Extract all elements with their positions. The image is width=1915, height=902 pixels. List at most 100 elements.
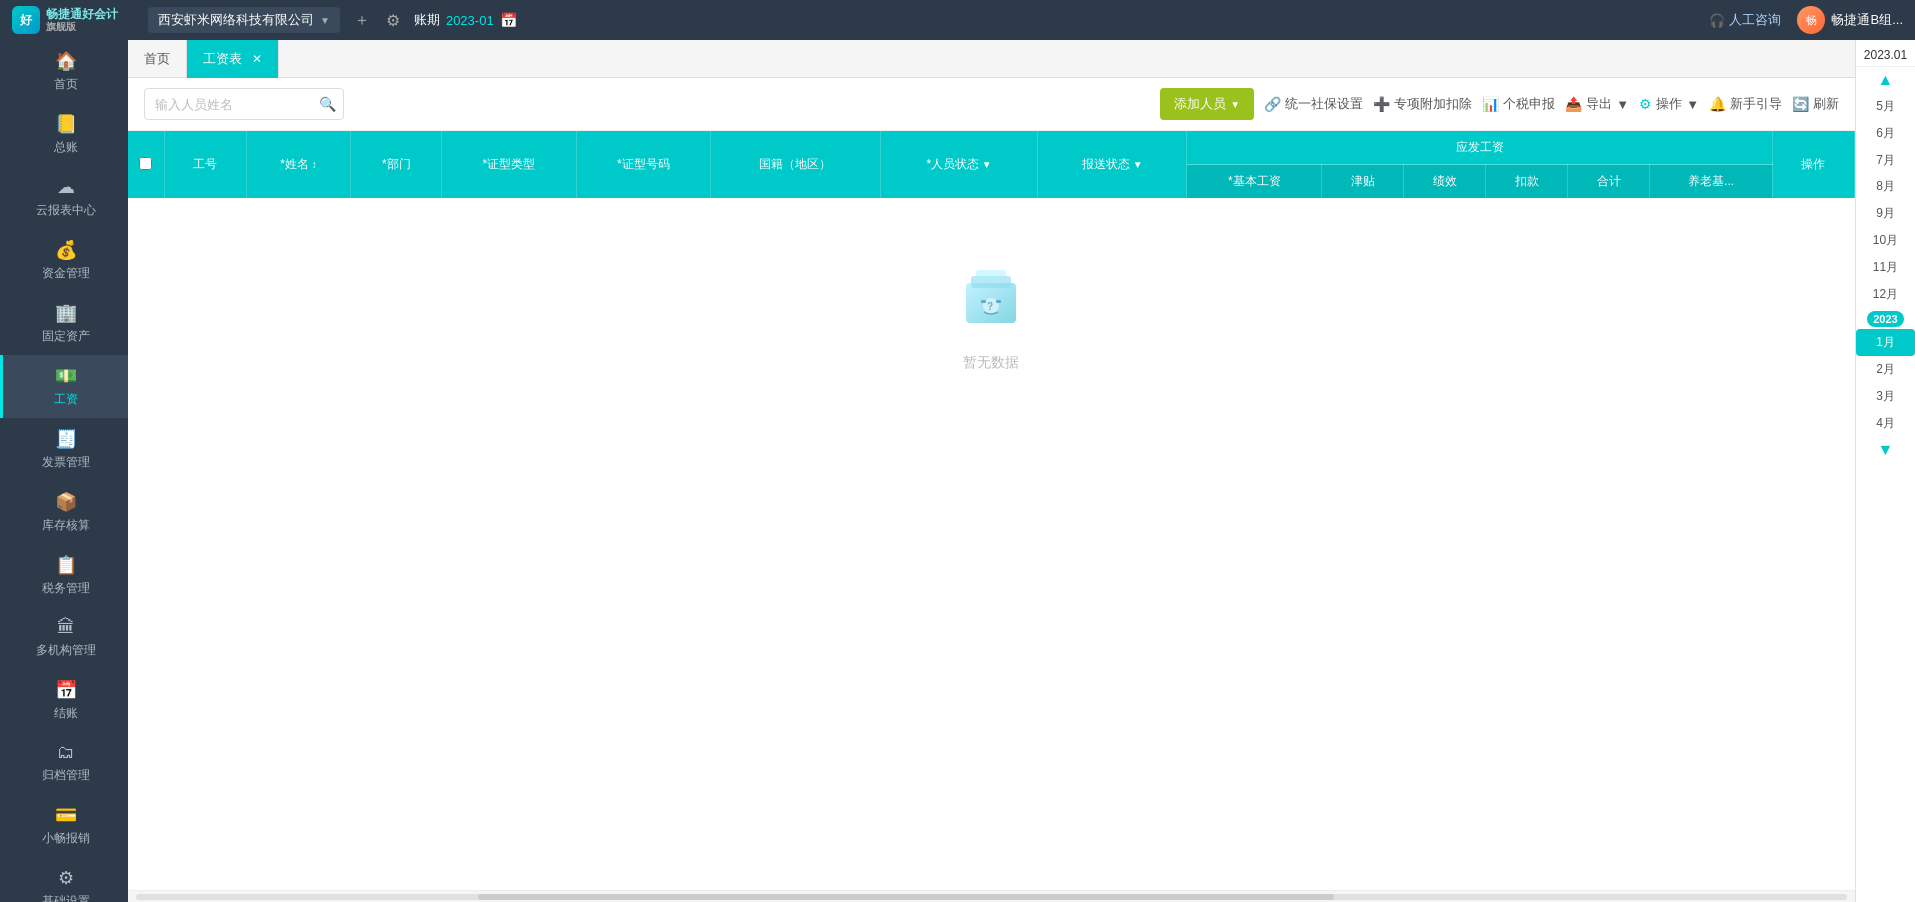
export-label: 导出 <box>1586 95 1612 113</box>
fixed-assets-icon: 🏢 <box>55 302 77 324</box>
search-wrapper: 🔍 <box>144 88 344 120</box>
user-avatar: 畅 <box>1797 6 1825 34</box>
operations-action[interactable]: ⚙ 操作 ▼ <box>1639 95 1699 113</box>
th-number: 工号 <box>164 131 246 198</box>
month-1[interactable]: 1月 <box>1856 329 1915 356</box>
empty-icon: ? <box>951 258 1031 338</box>
top-bar-right: 🎧 人工咨询 畅 畅捷通B组... <box>1709 6 1903 34</box>
ledger-icon: 📒 <box>55 113 77 135</box>
month-10[interactable]: 10月 <box>1856 227 1915 254</box>
scrollbar-thumb[interactable] <box>478 894 1334 900</box>
calendar-icon[interactable]: 📅 <box>500 12 517 28</box>
th-name[interactable]: *姓名 <box>246 131 351 198</box>
add-person-chevron-icon: ▼ <box>1230 99 1240 110</box>
th-status[interactable]: *人员状态 <box>880 131 1038 198</box>
table-header-row1: 工号 *姓名 *部门 *证型类型 *证型号码 国籍（地区） *人员状态 报送状态… <box>128 131 1855 165</box>
month-9[interactable]: 9月 <box>1856 200 1915 227</box>
company-selector[interactable]: 西安虾米网络科技有限公司 ▼ <box>148 7 340 33</box>
user-info[interactable]: 畅 畅捷通B组... <box>1797 6 1903 34</box>
operations-icon: ⚙ <box>1639 96 1652 112</box>
sidebar-item-payroll[interactable]: 💵 工资 <box>0 355 128 418</box>
sidebar-item-label-ledger: 总账 <box>54 139 78 156</box>
th-performance: 绩效 <box>1404 165 1486 199</box>
operations-label: 操作 <box>1656 95 1682 113</box>
tab-home[interactable]: 首页 <box>128 40 187 78</box>
social-security-icon: 🔗 <box>1264 96 1281 112</box>
support-label: 人工咨询 <box>1729 11 1781 29</box>
month-picker-header: 2023.01 <box>1856 44 1915 67</box>
sidebar-item-fixed-assets[interactable]: 🏢 固定资产 <box>0 292 128 355</box>
sidebar-item-funds[interactable]: 💰 资金管理 <box>0 229 128 292</box>
sidebar-item-ledger[interactable]: 📒 总账 <box>0 103 128 166</box>
tab-payroll-table[interactable]: 工资表 ✕ <box>187 40 279 78</box>
special-deduction-action[interactable]: ➕ 专项附加扣除 <box>1373 95 1472 113</box>
tab-close-icon[interactable]: ✕ <box>252 52 262 66</box>
month-5[interactable]: 5月 <box>1856 93 1915 120</box>
bottom-scrollbar[interactable] <box>128 890 1855 902</box>
add-company-icon[interactable]: ＋ <box>350 8 374 33</box>
sidebar-item-settings[interactable]: ⚙ 基础设置 <box>0 857 128 902</box>
month-8[interactable]: 8月 <box>1856 173 1915 200</box>
th-report-status[interactable]: 报送状态 <box>1038 131 1187 198</box>
sidebar-item-label-close: 结账 <box>54 705 78 722</box>
month-7[interactable]: 7月 <box>1856 147 1915 174</box>
sidebar-item-archive[interactable]: 🗂 归档管理 <box>0 732 128 794</box>
sidebar-item-home[interactable]: 🏠 首页 <box>0 40 128 103</box>
select-all-checkbox[interactable] <box>139 157 152 170</box>
guide-toolbar-icon: 🔔 <box>1709 96 1726 112</box>
settings-icon[interactable]: ⚙ <box>382 9 404 32</box>
refresh-action[interactable]: 🔄 刷新 <box>1792 95 1839 113</box>
sidebar-item-cloud-report[interactable]: ☁ 云报表中心 <box>0 166 128 229</box>
toolbar: 🔍 添加人员 ▼ 🔗 统一社保设置 ➕ 专项附加扣除 <box>128 78 1855 131</box>
export-action[interactable]: 📤 导出 ▼ <box>1565 95 1629 113</box>
sidebar-item-multi-org[interactable]: 🏛 多机构管理 <box>0 607 128 669</box>
sidebar-item-expense[interactable]: 💳 小畅报销 <box>0 794 128 857</box>
sidebar-item-invoice[interactable]: 🧾 发票管理 <box>0 418 128 481</box>
sidebar-item-label-payroll: 工资 <box>54 391 78 408</box>
sidebar-item-label-home: 首页 <box>54 76 78 93</box>
empty-text: 暂无数据 <box>963 354 1019 372</box>
individual-tax-label: 个税申报 <box>1503 95 1555 113</box>
search-input[interactable] <box>144 88 344 120</box>
main-layout: 🏠 首页 📒 总账 ☁ 云报表中心 💰 资金管理 🏢 固定资产 💵 工资 🧾 发… <box>0 40 1915 902</box>
month-3[interactable]: 3月 <box>1856 383 1915 410</box>
top-bar: 好 畅捷通好会计 旗舰版 西安虾米网络科技有限公司 ▼ ＋ ⚙ 账期 2023-… <box>0 0 1915 40</box>
sidebar-item-label-multi-org: 多机构管理 <box>36 642 96 659</box>
month-12[interactable]: 12月 <box>1856 281 1915 308</box>
month-picker-up[interactable]: ▲ <box>1878 67 1894 93</box>
invoice-icon: 🧾 <box>55 428 77 450</box>
th-checkbox[interactable] <box>128 131 164 198</box>
month-2[interactable]: 2月 <box>1856 356 1915 383</box>
guide-label: 新手引导 <box>1730 95 1782 113</box>
logo-icon: 好 <box>12 6 40 34</box>
th-action: 操作 <box>1772 131 1854 198</box>
export-icon: 📤 <box>1565 96 1582 112</box>
individual-tax-action[interactable]: 📊 个税申报 <box>1482 95 1555 113</box>
scrollbar-track <box>136 894 1847 900</box>
sidebar-item-tax[interactable]: 📋 税务管理 <box>0 544 128 607</box>
th-id-type: *证型类型 <box>442 131 576 198</box>
export-chevron-icon: ▼ <box>1616 97 1629 112</box>
table-body: ? 暂无数据 <box>128 198 1855 432</box>
sidebar-item-label-archive: 归档管理 <box>42 767 90 784</box>
refresh-label: 刷新 <box>1813 95 1839 113</box>
social-security-action[interactable]: 🔗 统一社保设置 <box>1264 95 1363 113</box>
month-11[interactable]: 11月 <box>1856 254 1915 281</box>
month-picker-down[interactable]: ▼ <box>1878 437 1894 463</box>
svg-rect-2 <box>976 270 1006 280</box>
support-button[interactable]: 🎧 人工咨询 <box>1709 11 1781 29</box>
month-6[interactable]: 6月 <box>1856 120 1915 147</box>
top-bar-actions: ＋ ⚙ <box>350 8 404 33</box>
guide-action[interactable]: 🔔 新手引导 <box>1709 95 1782 113</box>
month-4[interactable]: 4月 <box>1856 410 1915 437</box>
month-picker-panel: 2023.01 ▲ 5月 6月 7月 8月 9月 10月 11月 12月 202… <box>1855 40 1915 902</box>
th-pension: 养老基... <box>1650 165 1772 199</box>
add-person-button[interactable]: 添加人员 ▼ <box>1160 88 1254 120</box>
th-dept: *部门 <box>351 131 442 198</box>
sidebar-item-inventory[interactable]: 📦 库存核算 <box>0 481 128 544</box>
sidebar-item-close-period[interactable]: 📅 结账 <box>0 669 128 732</box>
th-allowance: 津贴 <box>1321 165 1403 199</box>
svg-rect-6 <box>996 300 1001 303</box>
empty-state-row: ? 暂无数据 <box>128 198 1855 432</box>
svg-text:?: ? <box>987 301 993 312</box>
